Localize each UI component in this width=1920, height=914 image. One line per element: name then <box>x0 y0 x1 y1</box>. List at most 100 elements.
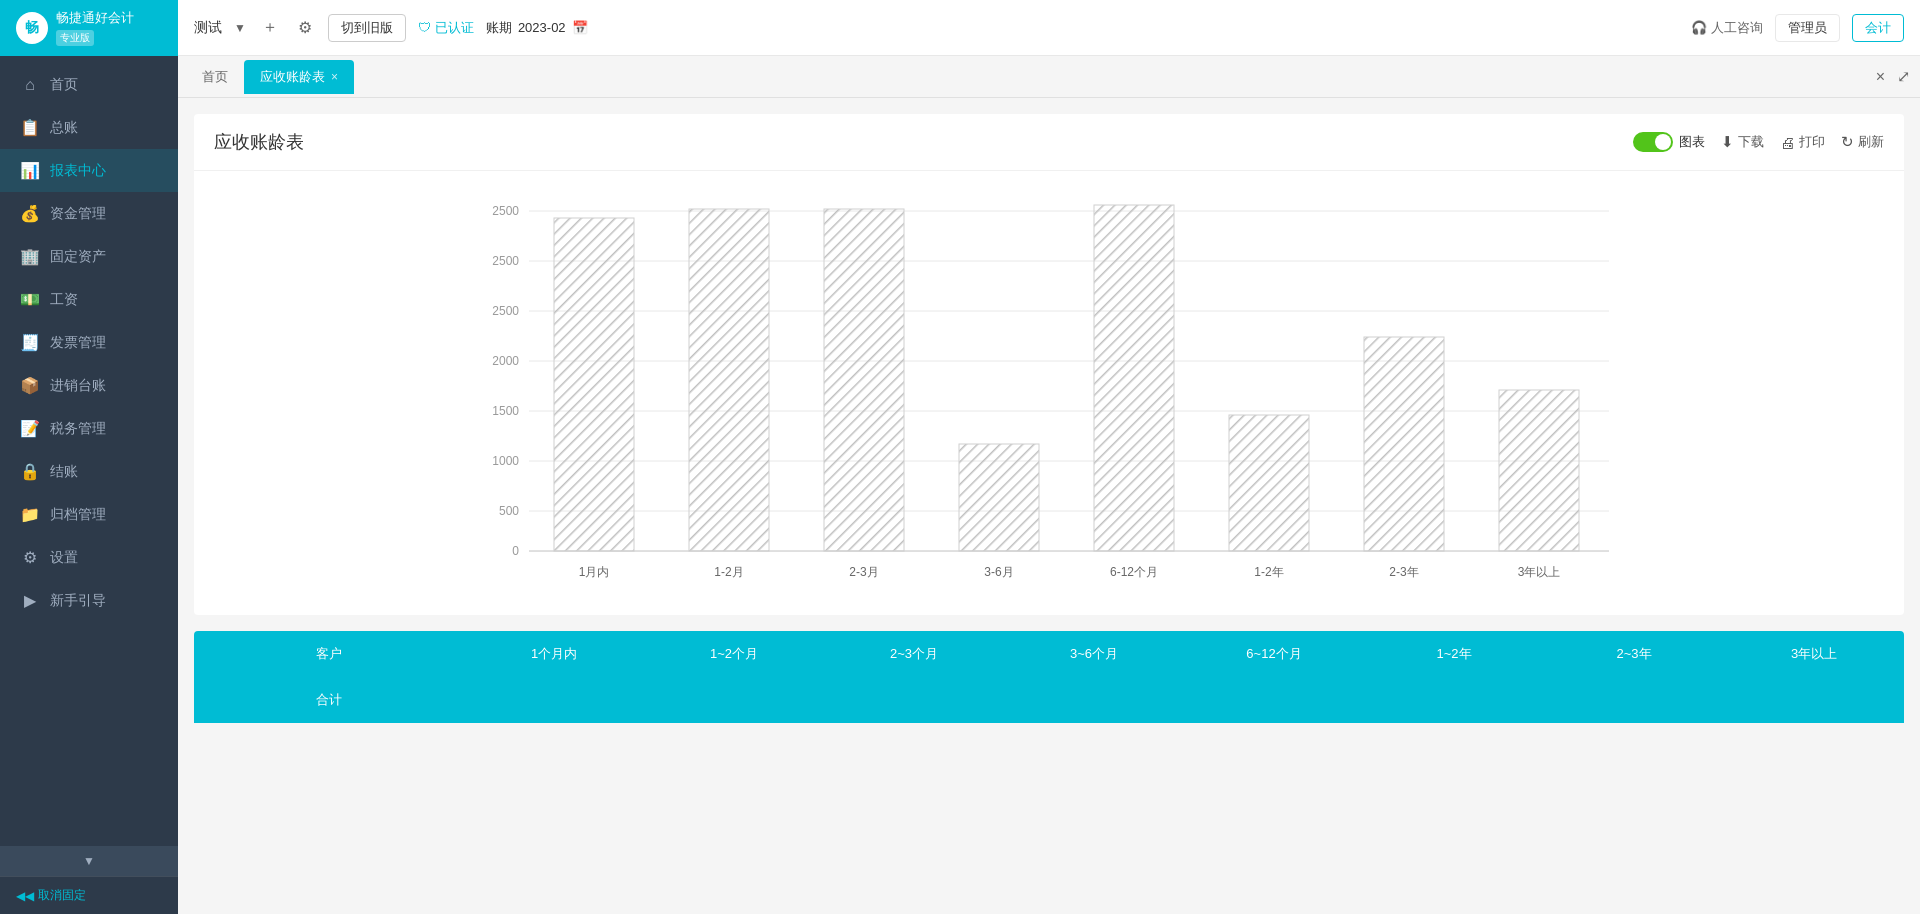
topbar-project: 测试 <box>194 19 222 37</box>
table-header-cell: 3~6个月 <box>1004 631 1184 677</box>
table-header-cell: 3年以上 <box>1724 631 1904 677</box>
inventory-icon: 📦 <box>20 376 40 395</box>
sidebar-item-tax[interactable]: 📝 税务管理 <box>0 407 178 450</box>
print-icon: 🖨 <box>1780 134 1795 151</box>
sidebar-item-label: 发票管理 <box>50 334 106 352</box>
guide-icon: ▶ <box>20 591 40 610</box>
sidebar-item-label: 总账 <box>50 119 78 137</box>
topbar-user-btn[interactable]: 管理员 <box>1775 14 1840 42</box>
calendar-icon[interactable]: 📅 <box>572 20 588 35</box>
ledger-icon: 📋 <box>20 118 40 137</box>
refresh-icon: ↻ <box>1841 133 1854 151</box>
chart-toggle[interactable]: 图表 <box>1633 132 1705 152</box>
tab-active[interactable]: 应收账龄表 × <box>244 60 354 94</box>
sidebar-item-inventory[interactable]: 📦 进销台账 <box>0 364 178 407</box>
table-header-cell: 6~12个月 <box>1184 631 1364 677</box>
topbar: 测试 ▼ ＋ ⚙ 切到旧版 🛡 已认证 账期 2023-02 📅 🎧 人工咨询 … <box>178 0 1920 56</box>
sidebar-item-settings[interactable]: ⚙ 设置 <box>0 536 178 579</box>
report-header: 应收账龄表 图表 ⬇ 下载 🖨 <box>194 114 1904 171</box>
svg-text:2000: 2000 <box>492 354 519 368</box>
sidebar-cancel-fixed-btn[interactable]: ◀◀ 取消固定 <box>0 876 178 914</box>
svg-rect-23 <box>959 444 1039 551</box>
table-area: 客户1个月内1~2个月2~3个月3~6个月6~12个月1~2年2~3年3年以上合… <box>194 631 1904 723</box>
app-logo-icon: 畅 <box>16 12 48 44</box>
sidebar-item-label: 工资 <box>50 291 78 309</box>
sidebar-item-archive[interactable]: 📁 归档管理 <box>0 493 178 536</box>
main-area: 测试 ▼ ＋ ⚙ 切到旧版 🛡 已认证 账期 2023-02 📅 🎧 人工咨询 … <box>178 0 1920 914</box>
settings-icon: ⚙ <box>20 548 40 567</box>
headset-icon: 🎧 <box>1691 20 1707 35</box>
project-name: 测试 <box>194 19 222 37</box>
shield-icon: 🛡 <box>418 20 431 35</box>
topbar-period: 账期 2023-02 📅 <box>486 19 588 37</box>
svg-text:3-6月: 3-6月 <box>984 565 1013 579</box>
sidebar-item-label: 税务管理 <box>50 420 106 438</box>
tax-icon: 📝 <box>20 419 40 438</box>
sidebar-item-home[interactable]: ⌂ 首页 <box>0 64 178 106</box>
topbar-consultant-btn[interactable]: 🎧 人工咨询 <box>1691 19 1763 37</box>
sidebar-item-guide[interactable]: ▶ 新手引导 <box>0 579 178 622</box>
report-container: 应收账龄表 图表 ⬇ 下载 🖨 <box>194 114 1904 615</box>
svg-text:2-3年: 2-3年 <box>1389 565 1418 579</box>
table-header-cell: 2~3个月 <box>824 631 1004 677</box>
svg-rect-19 <box>689 209 769 551</box>
app-name: 畅捷通好会计 <box>56 10 134 27</box>
toggle-track[interactable] <box>1633 132 1673 152</box>
tabs-expand-btn[interactable]: ⤢ <box>1895 65 1912 88</box>
sidebar-item-close[interactable]: 🔒 结账 <box>0 450 178 493</box>
svg-text:500: 500 <box>499 504 519 518</box>
sidebar-item-assets[interactable]: 🏢 固定资产 <box>0 235 178 278</box>
svg-text:2-3月: 2-3月 <box>849 565 878 579</box>
table-header-cell: 1~2个月 <box>644 631 824 677</box>
sidebar-item-funds[interactable]: 💰 资金管理 <box>0 192 178 235</box>
table-header-cell: 客户 <box>194 631 464 677</box>
sidebar-scroll-down[interactable]: ▼ <box>0 846 178 876</box>
download-btn[interactable]: ⬇ 下载 <box>1721 133 1764 151</box>
sidebar-item-label: 首页 <box>50 76 78 94</box>
bar-chart: 2500 2500 2500 2000 1500 1000 500 0 <box>214 191 1884 591</box>
sidebar-item-ledger[interactable]: 📋 总账 <box>0 106 178 149</box>
refresh-btn[interactable]: ↻ 刷新 <box>1841 133 1884 151</box>
archive-icon: 📁 <box>20 505 40 524</box>
svg-text:1-2年: 1-2年 <box>1254 565 1283 579</box>
svg-rect-29 <box>1364 337 1444 551</box>
svg-text:1-2月: 1-2月 <box>714 565 743 579</box>
sidebar-item-reports[interactable]: 📊 报表中心 <box>0 149 178 192</box>
topbar-switch-old-btn[interactable]: 切到旧版 <box>328 14 406 42</box>
payroll-icon: 💵 <box>20 290 40 309</box>
content-area: 首页 应收账龄表 × × ⤢ 应收账龄表 <box>178 56 1920 914</box>
sidebar-item-label: 结账 <box>50 463 78 481</box>
reports-icon: 📊 <box>20 161 40 180</box>
svg-text:1000: 1000 <box>492 454 519 468</box>
page-content: 应收账龄表 图表 ⬇ 下载 🖨 <box>178 98 1920 914</box>
table-header-cell: 合计 <box>194 677 464 723</box>
svg-rect-17 <box>554 218 634 551</box>
svg-text:2500: 2500 <box>492 204 519 218</box>
app-edition: 专业版 <box>56 30 94 46</box>
report-title: 应收账龄表 <box>214 130 304 154</box>
sidebar-logo: 畅 畅捷通好会计 专业版 <box>0 0 178 56</box>
svg-text:2500: 2500 <box>492 254 519 268</box>
topbar-settings-btn[interactable]: ⚙ <box>294 14 316 41</box>
svg-rect-25 <box>1094 205 1174 551</box>
topbar-add-btn[interactable]: ＋ <box>258 13 282 42</box>
assets-icon: 🏢 <box>20 247 40 266</box>
sidebar-item-invoice[interactable]: 🧾 发票管理 <box>0 321 178 364</box>
table-header-row: 客户1个月内1~2个月2~3个月3~6个月6~12个月1~2年2~3年3年以上合… <box>194 631 1904 723</box>
tab-home[interactable]: 首页 <box>186 60 244 94</box>
svg-text:6-12个月: 6-12个月 <box>1110 565 1158 579</box>
topbar-accountant-btn[interactable]: 会计 <box>1852 14 1904 42</box>
sidebar-item-payroll[interactable]: 💵 工资 <box>0 278 178 321</box>
topbar-dropdown-icon[interactable]: ▼ <box>234 21 246 35</box>
sidebar: 畅 畅捷通好会计 专业版 ⌂ 首页📋 总账📊 报表中心💰 资金管理🏢 固定资产💵… <box>0 0 178 914</box>
sidebar-item-label: 资金管理 <box>50 205 106 223</box>
toggle-label: 图表 <box>1679 133 1705 151</box>
tabs-close-btn[interactable]: × <box>1874 66 1887 88</box>
print-btn[interactable]: 🖨 打印 <box>1780 133 1825 151</box>
svg-rect-27 <box>1229 415 1309 551</box>
svg-text:1月内: 1月内 <box>579 565 610 579</box>
sidebar-nav: ⌂ 首页📋 总账📊 报表中心💰 资金管理🏢 固定资产💵 工资🧾 发票管理📦 进销… <box>0 56 178 846</box>
table-header-cell: 2~3年 <box>1544 631 1724 677</box>
svg-text:3年以上: 3年以上 <box>1518 565 1561 579</box>
tab-close-icon[interactable]: × <box>331 70 338 84</box>
